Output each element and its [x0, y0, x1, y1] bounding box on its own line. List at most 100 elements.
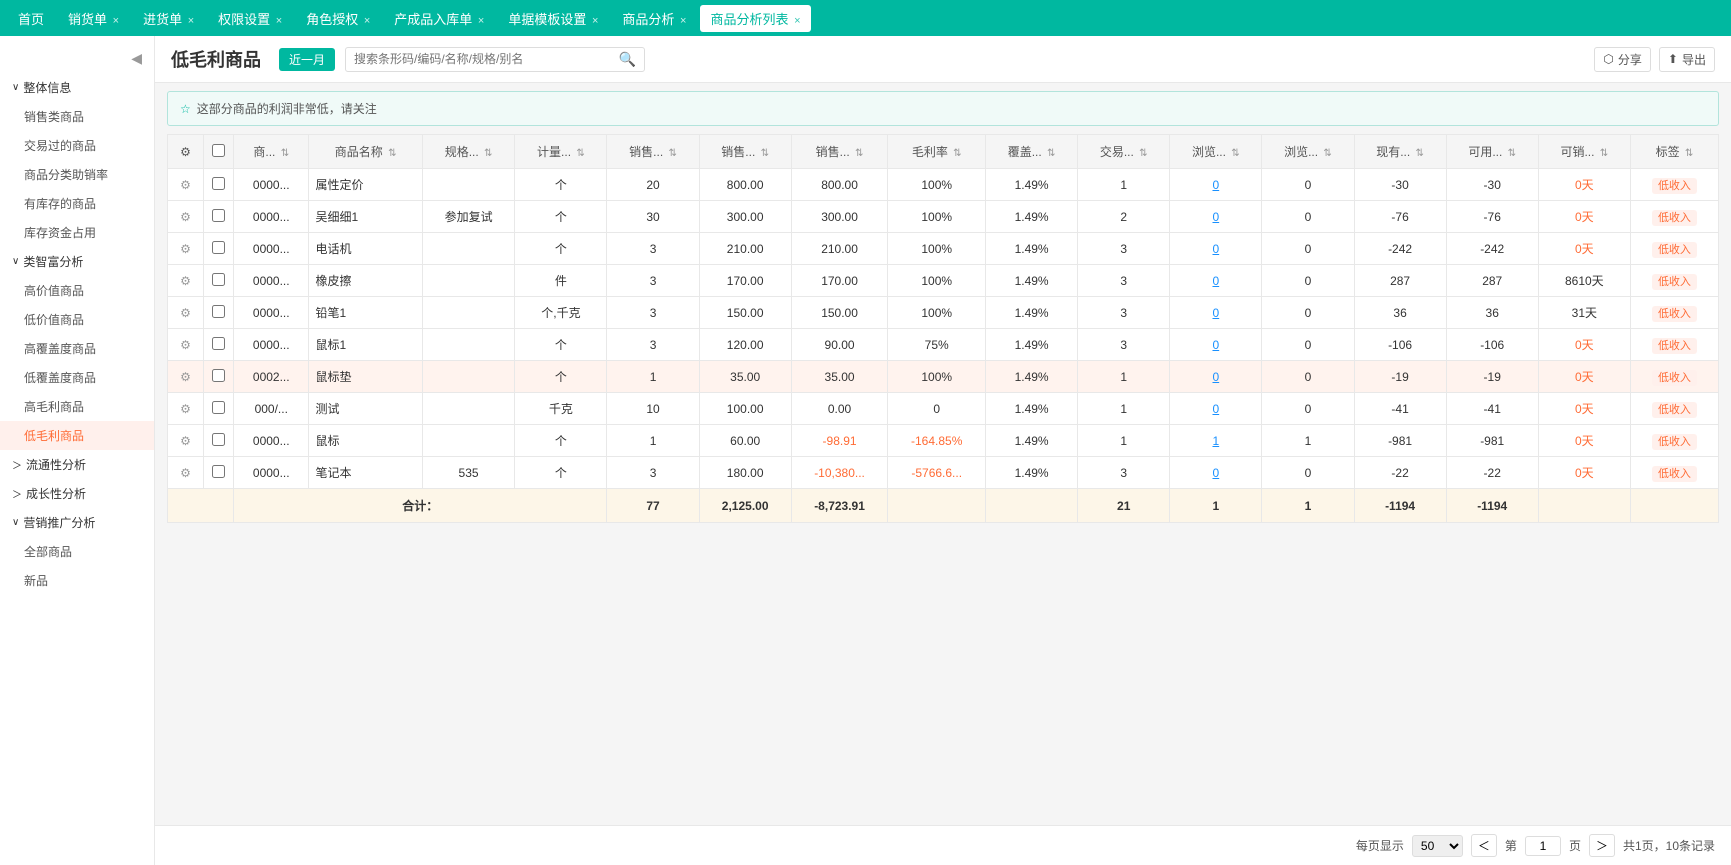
- cell-name[interactable]: 橡皮擦: [309, 265, 422, 297]
- nav-product-analysis[interactable]: 商品分析 ×: [612, 5, 696, 32]
- close-icon[interactable]: ×: [364, 15, 370, 27]
- close-icon[interactable]: ×: [188, 15, 194, 27]
- col-code[interactable]: 商... ⇅: [234, 135, 309, 169]
- cell-name[interactable]: 测试: [309, 393, 422, 425]
- prev-page-button[interactable]: ＜: [1471, 834, 1497, 857]
- sidebar-group-value-analysis[interactable]: ∨ 类智富分析: [0, 247, 154, 276]
- cell-views1[interactable]: 0: [1170, 265, 1262, 297]
- row-checkbox[interactable]: [212, 241, 225, 254]
- sidebar-item-capital-usage[interactable]: 库存资金占用: [0, 218, 154, 247]
- cell-views1[interactable]: 0: [1170, 169, 1262, 201]
- cell-gear[interactable]: ⚙: [168, 169, 204, 201]
- col-coverage[interactable]: 覆盖... ⇅: [986, 135, 1078, 169]
- col-views2[interactable]: 浏览... ⇅: [1262, 135, 1354, 169]
- cell-views1[interactable]: 0: [1170, 393, 1262, 425]
- close-icon[interactable]: ×: [794, 15, 800, 27]
- cell-gear[interactable]: ⚙: [168, 265, 204, 297]
- cell-gear[interactable]: ⚙: [168, 297, 204, 329]
- sidebar-item-low-margin[interactable]: 低毛利商品: [0, 421, 154, 450]
- close-icon[interactable]: ×: [113, 15, 119, 27]
- sidebar-item-new-products[interactable]: 新品: [0, 566, 154, 595]
- col-gross-rate[interactable]: 毛利率 ⇅: [888, 135, 986, 169]
- cell-views1[interactable]: 0: [1170, 201, 1262, 233]
- cell-name[interactable]: 属性定价: [309, 169, 422, 201]
- nav-purchase-order[interactable]: 进货单 ×: [133, 5, 204, 32]
- row-checkbox[interactable]: [212, 465, 225, 478]
- next-page-button[interactable]: ＞: [1589, 834, 1615, 857]
- per-page-select[interactable]: 50 100 200: [1412, 835, 1463, 857]
- cell-name[interactable]: 鼠标1: [309, 329, 422, 361]
- date-filter-button[interactable]: 近一月: [279, 48, 335, 71]
- col-trade[interactable]: 交易... ⇅: [1078, 135, 1170, 169]
- row-checkbox[interactable]: [212, 401, 225, 414]
- sidebar-item-category-sales-rate[interactable]: 商品分类助销率: [0, 160, 154, 189]
- cell-name[interactable]: 鼠标垫: [309, 361, 422, 393]
- cell-gear[interactable]: ⚙: [168, 233, 204, 265]
- cell-gear[interactable]: ⚙: [168, 201, 204, 233]
- sidebar-item-high-coverage[interactable]: 高覆盖度商品: [0, 334, 154, 363]
- nav-product-inbound[interactable]: 产成品入库单 ×: [384, 5, 494, 32]
- nav-role-auth[interactable]: 角色授权 ×: [296, 5, 380, 32]
- cell-check[interactable]: [204, 297, 234, 329]
- sidebar-item-traded-products[interactable]: 交易过的商品: [0, 131, 154, 160]
- cell-name[interactable]: 吴细细1: [309, 201, 422, 233]
- sidebar-group-overall[interactable]: ∨ 整体信息: [0, 73, 154, 102]
- cell-name[interactable]: 笔记本: [309, 457, 422, 489]
- col-tag[interactable]: 标签 ⇅: [1630, 135, 1718, 169]
- cell-views1[interactable]: 0: [1170, 457, 1262, 489]
- cell-views1[interactable]: 0: [1170, 361, 1262, 393]
- cell-name[interactable]: 电话机: [309, 233, 422, 265]
- col-saleable[interactable]: 可销... ⇅: [1538, 135, 1630, 169]
- sidebar-collapse-btn[interactable]: ◀: [127, 48, 146, 69]
- cell-gear[interactable]: ⚙: [168, 361, 204, 393]
- cell-check[interactable]: [204, 265, 234, 297]
- row-checkbox[interactable]: [212, 273, 225, 286]
- page-input[interactable]: [1525, 836, 1561, 856]
- col-views1[interactable]: 浏览... ⇅: [1170, 135, 1262, 169]
- cell-gear[interactable]: ⚙: [168, 329, 204, 361]
- export-button[interactable]: ⬆ 导出: [1659, 47, 1715, 72]
- col-check[interactable]: [204, 135, 234, 169]
- nav-home[interactable]: 首页: [8, 5, 54, 32]
- row-checkbox[interactable]: [212, 209, 225, 222]
- cell-views1[interactable]: 1: [1170, 425, 1262, 457]
- cell-check[interactable]: [204, 201, 234, 233]
- cell-views1[interactable]: 0: [1170, 233, 1262, 265]
- col-spec[interactable]: 规格... ⇅: [422, 135, 515, 169]
- sidebar-item-high-value[interactable]: 高价值商品: [0, 276, 154, 305]
- close-icon[interactable]: ×: [680, 15, 686, 27]
- cell-views1[interactable]: 0: [1170, 329, 1262, 361]
- row-checkbox[interactable]: [212, 177, 225, 190]
- row-checkbox[interactable]: [212, 433, 225, 446]
- sidebar-group-growth[interactable]: ＞ 成长性分析: [0, 479, 154, 508]
- close-icon[interactable]: ×: [592, 15, 598, 27]
- cell-check[interactable]: [204, 361, 234, 393]
- col-sales-price[interactable]: 销售... ⇅: [699, 135, 791, 169]
- sidebar-item-low-value[interactable]: 低价值商品: [0, 305, 154, 334]
- col-sales-qty[interactable]: 销售... ⇅: [607, 135, 699, 169]
- cell-check[interactable]: [204, 169, 234, 201]
- sidebar-item-high-margin[interactable]: 高毛利商品: [0, 392, 154, 421]
- cell-check[interactable]: [204, 329, 234, 361]
- nav-permission[interactable]: 权限设置 ×: [208, 5, 292, 32]
- cell-gear[interactable]: ⚙: [168, 457, 204, 489]
- search-input[interactable]: [354, 52, 619, 66]
- search-icon[interactable]: 🔍: [619, 51, 636, 68]
- col-unit[interactable]: 计量... ⇅: [515, 135, 607, 169]
- cell-gear[interactable]: ⚙: [168, 425, 204, 457]
- sidebar-group-marketing[interactable]: ∨ 营销推广分析: [0, 508, 154, 537]
- cell-check[interactable]: [204, 393, 234, 425]
- cell-gear[interactable]: ⚙: [168, 393, 204, 425]
- close-icon[interactable]: ×: [276, 15, 282, 27]
- row-checkbox[interactable]: [212, 337, 225, 350]
- sidebar-item-sales-products[interactable]: 销售类商品: [0, 102, 154, 131]
- cell-check[interactable]: [204, 233, 234, 265]
- sidebar-item-low-coverage[interactable]: 低覆盖度商品: [0, 363, 154, 392]
- share-button[interactable]: ⬡ 分享: [1594, 47, 1651, 72]
- cell-name[interactable]: 铅笔1: [309, 297, 422, 329]
- cell-check[interactable]: [204, 425, 234, 457]
- row-checkbox[interactable]: [212, 369, 225, 382]
- col-gear[interactable]: ⚙: [168, 135, 204, 169]
- select-all-checkbox[interactable]: [212, 144, 225, 157]
- col-available[interactable]: 可用... ⇅: [1446, 135, 1538, 169]
